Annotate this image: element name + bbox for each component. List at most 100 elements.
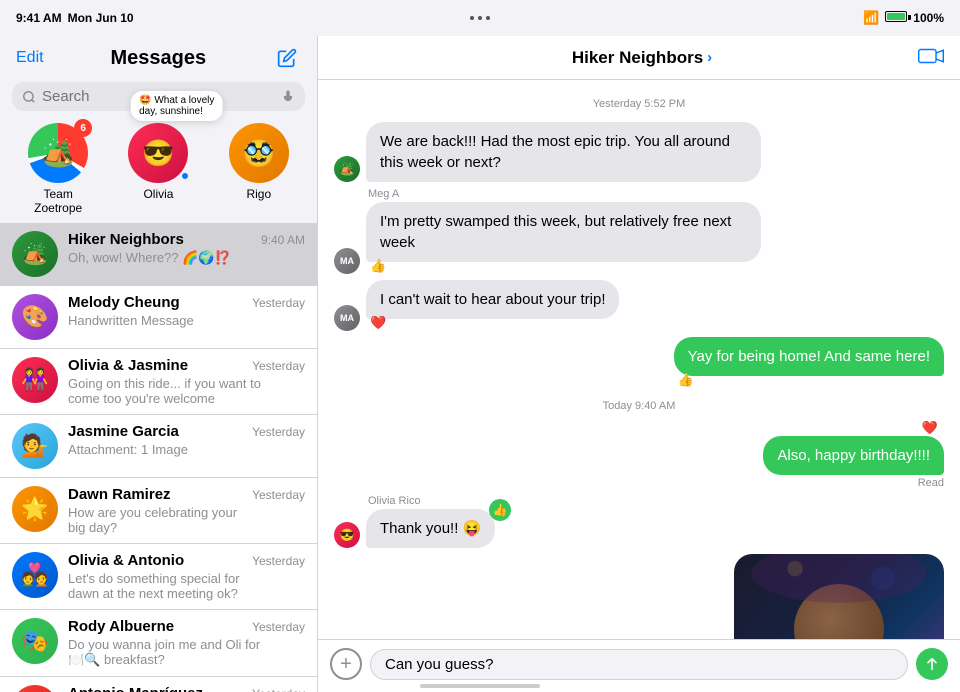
sidebar: Edit Messages — [0, 36, 318, 692]
app-container: Edit Messages — [0, 36, 960, 692]
conversation-item-jasmine-garcia[interactable]: 💁 Jasmine Garcia Yesterday Attachment: 1… — [0, 415, 317, 478]
message-5: ❤️ Also, happy birthday!!!! Read — [763, 424, 944, 489]
message-input[interactable] — [385, 656, 893, 673]
search-icon — [22, 90, 36, 104]
pinned-contacts: 🏕️ 6 Team Zoetrope 😎 🤩 What a lovelyday,… — [0, 119, 317, 223]
pinned-contact-team-zoetrope[interactable]: 🏕️ 6 Team Zoetrope — [18, 123, 98, 215]
input-area: + — [318, 639, 960, 692]
pinned-avatar-rigo: 🥸 — [229, 123, 289, 183]
reaction-4: 👍 — [678, 372, 940, 388]
battery-percent: 100% — [913, 11, 944, 25]
messages-area: Yesterday 5:52 PM 🏕️ We are back!!! Had … — [318, 80, 960, 639]
conv-preview-olivia-antonio: Let's do something special for — [68, 571, 305, 586]
home-indicator — [420, 684, 540, 688]
conv-time-olivia-antonio: Yesterday — [252, 554, 305, 568]
msg-avatar-mega-2: MA — [334, 305, 360, 331]
chat-title[interactable]: Hiker Neighbors › — [572, 48, 712, 68]
conv-preview-dawn: How are you celebrating your — [68, 505, 305, 520]
pinned-contact-rigo[interactable]: 🥸 Rigo — [219, 123, 299, 215]
conv-avatar-olivia-jasmine: 👭 — [12, 357, 58, 403]
conv-name-hiker: Hiker Neighbors — [68, 231, 184, 248]
conv-name-melody: Melody Cheung — [68, 294, 180, 311]
conversation-item-melody-cheung[interactable]: 🎨 Melody Cheung Yesterday Handwritten Me… — [0, 286, 317, 349]
status-date: Mon Jun 10 — [68, 11, 134, 25]
pinned-avatar-olivia: 😎 — [128, 123, 188, 183]
wifi-icon: 📶 — [863, 10, 879, 26]
bubble-4: Yay for being home! And same here! — [674, 337, 944, 376]
edit-button[interactable]: Edit — [16, 49, 44, 67]
reaction-2: 👍 — [370, 258, 761, 274]
status-dot-1 — [470, 16, 474, 20]
conv-time-antonio: Yesterday — [252, 687, 305, 692]
conv-preview-jasmine: Attachment: 1 Image — [68, 442, 305, 457]
pinned-contact-olivia[interactable]: 😎 🤩 What a lovelyday, sunshine! Olivia — [118, 123, 198, 215]
bubble-3: I can't wait to hear about your trip! — [366, 280, 619, 319]
conv-preview2-olivia-jasmine: come too you're welcome — [68, 391, 305, 406]
facetime-button[interactable] — [918, 46, 944, 69]
conv-preview-olivia-jasmine: Going on this ride... if you want to — [68, 376, 305, 391]
conversation-item-dawn-ramirez[interactable]: 🌟 Dawn Ramirez Yesterday How are you cel… — [0, 478, 317, 544]
conversation-item-hiker-neighbors[interactable]: 🏕️ Hiker Neighbors 9:40 AM Oh, wow! Wher… — [0, 223, 317, 286]
conv-name-olivia-antonio: Olivia & Antonio — [68, 552, 184, 569]
send-icon — [924, 656, 940, 672]
timestamp-row-2: Today 9:40 AM — [334, 394, 944, 418]
conv-time-rody: Yesterday — [252, 620, 305, 634]
pinned-name-rigo: Rigo — [246, 187, 271, 201]
conv-avatar-dawn: 🌟 — [12, 486, 58, 532]
read-label-5: Read — [763, 477, 944, 489]
status-dot-3 — [486, 16, 490, 20]
pinned-name-olivia: Olivia — [143, 187, 173, 201]
bubble-2: I'm pretty swamped this week, but relati… — [366, 202, 761, 262]
conv-name-rody: Rody Albuerne — [68, 618, 174, 635]
bubble-1: We are back!!! Had the most epic trip. Y… — [366, 122, 761, 182]
message-7 — [734, 554, 944, 639]
conversation-item-antonio-manriquez[interactable]: 👤 Antonio Manríquez Yesterday — [0, 677, 317, 692]
conv-name-antonio: Antonio Manríquez — [68, 685, 203, 692]
thumbsup-reaction-6: 👍 — [489, 499, 511, 521]
message-1: 🏕️ We are back!!! Had the most epic trip… — [334, 122, 761, 182]
image-bg-svg — [734, 554, 944, 632]
pinned-badge-team-zoetrope: 6 — [74, 119, 92, 137]
pinned-unread-dot-olivia — [180, 171, 190, 181]
bubble-6: Thank you!! 😝 — [366, 509, 495, 548]
conv-time-melody: Yesterday — [252, 296, 305, 310]
conv-avatar-jasmine: 💁 — [12, 423, 58, 469]
conv-preview-melody: Handwritten Message — [68, 313, 305, 328]
mic-icon — [281, 90, 295, 104]
conv-time-jasmine: Yesterday — [252, 425, 305, 439]
conv-avatar-hiker: 🏕️ — [12, 231, 58, 277]
msg-avatar-olivia-rico: 😎 — [334, 522, 360, 548]
send-button[interactable] — [916, 648, 948, 680]
timestamp-row-1: Yesterday 5:52 PM — [334, 92, 944, 116]
conversation-list: 🏕️ Hiker Neighbors 9:40 AM Oh, wow! Wher… — [0, 223, 317, 692]
conv-preview2-dawn: big day? — [68, 520, 305, 535]
conv-avatar-melody: 🎨 — [12, 294, 58, 340]
chat-header: Hiker Neighbors › — [318, 36, 960, 80]
add-button[interactable]: + — [330, 648, 362, 680]
conv-preview2-rody: 🍽️🔍 breakfast? — [68, 652, 305, 668]
conversation-item-rody-albuerne[interactable]: 🎭 Rody Albuerne Yesterday Do you wanna j… — [0, 610, 317, 677]
video-icon — [918, 46, 944, 66]
image-bubble-7 — [734, 554, 944, 639]
conv-avatar-olivia-antonio: 💑 — [12, 552, 58, 598]
conversation-item-olivia-jasmine[interactable]: 👭 Olivia & Jasmine Yesterday Going on th… — [0, 349, 317, 415]
msg-avatar-mega: MA — [334, 248, 360, 274]
sidebar-title: Messages — [44, 47, 273, 70]
chat-panel: Hiker Neighbors › Yesterday 5:52 PM 🏕️ W… — [318, 36, 960, 692]
battery-label — [885, 11, 907, 25]
conv-preview2-olivia-antonio: dawn at the next meeting ok? — [68, 586, 305, 601]
conversation-item-olivia-antonio[interactable]: 💑 Olivia & Antonio Yesterday Let's do so… — [0, 544, 317, 610]
compose-button[interactable] — [273, 44, 301, 72]
message-6: Olivia Rico 😎 Thank you!! 😝 👍 — [334, 495, 495, 548]
msg-avatar-hiker: 🏕️ — [334, 156, 360, 182]
conv-name-olivia-jasmine: Olivia & Jasmine — [68, 357, 188, 374]
status-time: 9:41 AM — [16, 11, 62, 25]
reaction-3: ❤️ — [370, 315, 619, 331]
status-bar: 9:41 AM Mon Jun 10 📶 100% — [0, 0, 960, 36]
message-4: Yay for being home! And same here! 👍 — [674, 337, 944, 388]
conv-time-olivia-jasmine: Yesterday — [252, 359, 305, 373]
bubble-5: Also, happy birthday!!!! — [763, 436, 944, 475]
pinned-name-team-zoetrope: Team Zoetrope — [18, 187, 98, 215]
conv-preview-hiker: Oh, wow! Where?? 🌈🌍⁉️ — [68, 250, 305, 266]
conv-avatar-rody: 🎭 — [12, 618, 58, 664]
